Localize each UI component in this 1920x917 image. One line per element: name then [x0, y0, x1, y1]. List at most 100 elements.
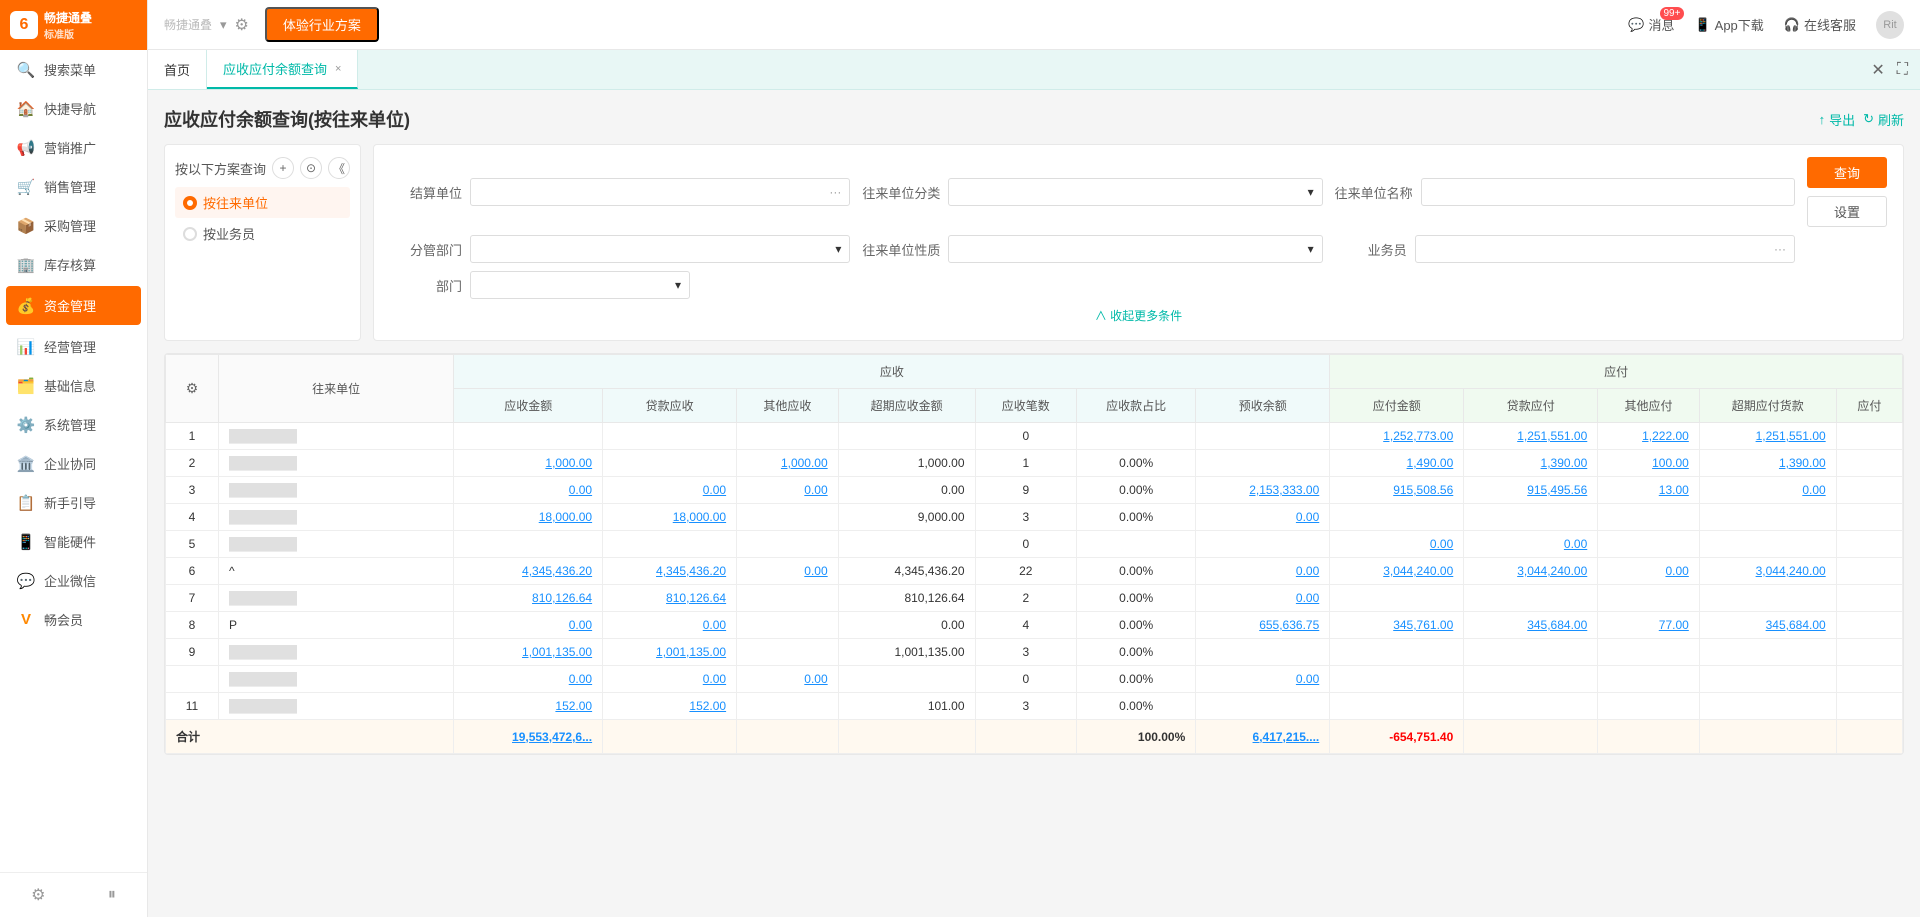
promo-button[interactable]: 体验行业方案: [265, 7, 379, 42]
th-other-sf: 其他应付: [1598, 389, 1700, 423]
footer-daikuan-sf: [1464, 720, 1598, 754]
marketing-icon: 📢: [16, 139, 36, 157]
sidebar-item-hardware[interactable]: 📱 智能硬件: [0, 522, 147, 561]
wanglai-name-field: 往来单位名称: [1335, 178, 1795, 206]
settings-button[interactable]: 设置: [1807, 196, 1887, 227]
finance-icon: 💰: [16, 297, 36, 315]
table-row: 7████████810,126.64810,126.64810,126.642…: [166, 585, 1903, 612]
page-title: 应收应付余额查询(按往来单位): [164, 106, 410, 132]
header-service-btn[interactable]: 🎧 在线客服: [1784, 15, 1856, 34]
msg-icon: 💬: [1628, 17, 1644, 33]
footer-yingshou[interactable]: 19,553,472,6...: [454, 720, 603, 754]
sidebar-item-member[interactable]: V 畅会员: [0, 600, 147, 639]
fenguan-dept-select[interactable]: ▾: [470, 235, 850, 263]
refresh-icon: ↻: [1863, 111, 1874, 127]
wanglai-name-input[interactable]: [1421, 178, 1795, 206]
sidebar-item-operation[interactable]: 📊 经营管理: [0, 327, 147, 366]
sidebar-item-sales[interactable]: 🛒 销售管理: [0, 167, 147, 206]
sidebar-item-inventory[interactable]: 🏢 库存核算: [0, 245, 147, 284]
sidebar-item-wechat[interactable]: 💬 企业微信: [0, 561, 147, 600]
dept-select[interactable]: ▾: [470, 271, 690, 299]
tab-close-icon[interactable]: ×: [335, 63, 341, 75]
sidebar-item-corp[interactable]: 🏛️ 企业协同: [0, 444, 147, 483]
sidebar-collapse-btn[interactable]: ⏸: [100, 882, 124, 908]
footer-yingfu: -654,751.40: [1330, 720, 1464, 754]
th-other-sr: 其他应收: [737, 389, 839, 423]
header-user-btn[interactable]: Rit: [1876, 11, 1904, 39]
table-settings-icon[interactable]: ⚙: [186, 380, 199, 396]
sales-icon: 🛒: [16, 178, 36, 196]
th-yingshou-amount: 应收金额: [454, 389, 603, 423]
sidebar-item-basic[interactable]: 🗂️ 基础信息: [0, 366, 147, 405]
header-gear-icon[interactable]: ⚙: [235, 15, 249, 35]
refresh-button[interactable]: ↻ 刷新: [1863, 110, 1904, 129]
fenguan-dept-field: 分管部门 ▾: [390, 235, 850, 263]
footer-yushou[interactable]: 6,417,215....: [1196, 720, 1330, 754]
hardware-icon: 📱: [16, 533, 36, 551]
jiesuan-unit-input[interactable]: ···: [470, 178, 850, 206]
sidebar-item-nav[interactable]: 🏠 快捷导航: [0, 89, 147, 128]
sidebar-item-marketing[interactable]: 📢 营销推广: [0, 128, 147, 167]
fenguan-dept-label: 分管部门: [390, 240, 470, 259]
app-icon: 📱: [1694, 17, 1710, 33]
th-settings: ⚙: [166, 355, 219, 423]
wanglai-nature-label: 往来单位性质: [862, 240, 948, 259]
table-row: 11████████152.00152.00101.0030.00%: [166, 693, 1903, 720]
sidebar-item-system[interactable]: ⚙️ 系统管理: [0, 405, 147, 444]
salesman-label: 业务员: [1335, 240, 1415, 259]
header-app-btn[interactable]: 📱 App下载: [1694, 15, 1763, 34]
guide-icon: 📋: [16, 494, 36, 512]
header-breadcrumb: 畅捷通叠: [164, 16, 212, 33]
sidebar-item-guide[interactable]: 📋 新手引导: [0, 483, 147, 522]
sidebar-item-purchase[interactable]: 📦 采购管理: [0, 206, 147, 245]
table-row: 3████████0.000.000.000.0090.00%2,153,333…: [166, 477, 1903, 504]
footer-other-sr: [737, 720, 839, 754]
footer-notes-sr: [975, 720, 1077, 754]
wanglai-category-select[interactable]: ▾: [948, 178, 1322, 206]
breadcrumb-chevron[interactable]: ▾: [220, 17, 227, 33]
export-icon: ↑: [1819, 112, 1826, 127]
th-yingfu-amount: 应付金额: [1330, 389, 1464, 423]
corp-icon: 🏛️: [16, 455, 36, 473]
table-row: 5████████00.000.00: [166, 531, 1903, 558]
add-scheme-btn[interactable]: +: [272, 157, 294, 179]
tab-home[interactable]: 首页: [148, 50, 207, 89]
tab-expand-icon[interactable]: ⛶: [1897, 61, 1908, 79]
radio-salesman-icon: [183, 227, 197, 241]
group-by-unit-btn[interactable]: 按往来单位: [175, 187, 350, 218]
collapse-more-btn[interactable]: ∧ 收起更多条件: [390, 303, 1887, 328]
tabbar-right: ✕ ⛶: [1859, 50, 1920, 89]
header-msg-btn[interactable]: 💬 消息 99+: [1628, 15, 1674, 34]
sidebar-item-finance[interactable]: 💰 资金管理: [6, 286, 141, 325]
operation-icon: 📊: [16, 338, 36, 356]
wanglai-category-field: 往来单位分类 ▾: [862, 178, 1322, 206]
th-yingfu-group: 应付: [1330, 355, 1903, 389]
wanglai-nature-select[interactable]: ▾: [948, 235, 1322, 263]
salesman-input[interactable]: ···: [1415, 235, 1795, 263]
wanglai-category-label: 往来单位分类: [862, 183, 948, 202]
export-button[interactable]: ↑ 导出: [1819, 110, 1856, 129]
purchase-icon: 📦: [16, 217, 36, 235]
search-by-label: 按以下方案查询: [175, 159, 266, 178]
sidebar-bottom: ⚙ ⏸: [0, 872, 147, 917]
scheme-settings-btn[interactable]: ⊙: [300, 157, 322, 179]
query-button[interactable]: 查询: [1807, 157, 1887, 188]
scheme-collapse-btn[interactable]: 《: [328, 157, 350, 179]
tab-ar-query[interactable]: 应收应付余额查询 ×: [207, 50, 358, 89]
th-overdue-sr: 超期应收金额: [838, 389, 975, 423]
logo-text: 畅捷通叠 标准版: [44, 9, 92, 41]
footer-label: 合计: [166, 720, 454, 754]
system-icon: ⚙️: [16, 416, 36, 434]
inventory-icon: 🏢: [16, 256, 36, 274]
tab-close-all-icon[interactable]: ✕: [1871, 60, 1884, 80]
table-row: 9████████1,001,135.001,001,135.001,001,1…: [166, 639, 1903, 666]
search-panel: 结算单位 ··· 往来单位分类 ▾ 往来单位名称: [373, 144, 1904, 341]
footer-ratio-sr: 100.00%: [1077, 720, 1196, 754]
main-content: 应收应付余额查询(按往来单位) ↑ 导出 ↻ 刷新 按以下方案查询 + ⊙: [148, 90, 1920, 917]
sidebar-settings-btn[interactable]: ⚙: [23, 881, 53, 909]
group-by-salesman-btn[interactable]: 按业务员: [175, 218, 350, 249]
member-icon: V: [16, 611, 36, 628]
sidebar-item-search[interactable]: 🔍 搜索菜单: [0, 50, 147, 89]
footer-daikuan-sr: [603, 720, 737, 754]
home-icon: 🏠: [16, 100, 36, 118]
